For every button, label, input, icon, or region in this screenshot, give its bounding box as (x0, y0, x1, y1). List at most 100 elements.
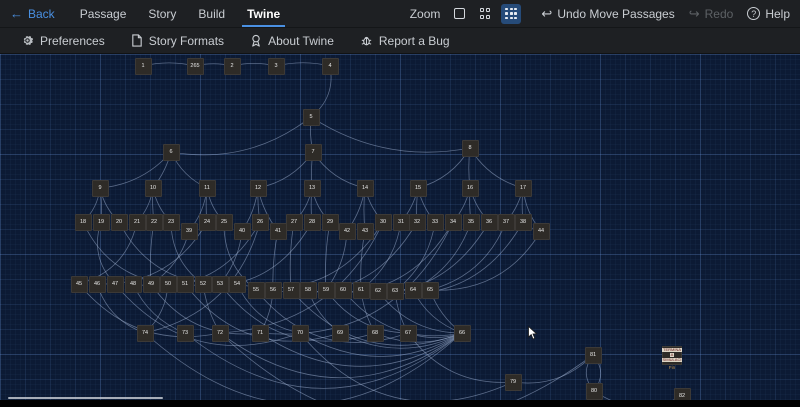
passage-node[interactable]: 24 (198, 213, 216, 231)
about-twine-button[interactable]: About Twine (237, 28, 347, 53)
passage-node[interactable]: 66 (453, 324, 471, 342)
passage-node[interactable]: 70 (291, 324, 309, 342)
passage-node[interactable]: 16 (461, 179, 479, 197)
passage-node[interactable]: 11 (198, 179, 216, 197)
passage-node[interactable]: 43 (356, 222, 374, 240)
passage-node[interactable]: 265 (186, 57, 204, 75)
horizontal-scrollbar-thumb[interactable] (8, 396, 163, 399)
passage-node[interactable]: 57 (282, 281, 300, 299)
passage-node[interactable]: 4 (321, 57, 339, 75)
passage-node[interactable]: 17 (514, 179, 532, 197)
passage-node[interactable]: 62 (369, 282, 387, 300)
passage-node-highlighted[interactable]: TERMINA A SIMULACI (661, 345, 683, 365)
passage-node[interactable]: 2 (223, 57, 241, 75)
passage-node[interactable]: 49 (142, 275, 160, 293)
passage-node[interactable]: 59 (317, 281, 335, 299)
passage-node[interactable]: 58 (299, 281, 317, 299)
passage-node[interactable]: 33 (426, 213, 444, 231)
passage-node[interactable]: 20 (110, 213, 128, 231)
passage-node[interactable]: 39 (180, 222, 198, 240)
zoom-small-button[interactable] (501, 3, 522, 24)
passage-node[interactable]: 72 (211, 324, 229, 342)
passage-node[interactable]: 22 (145, 213, 163, 231)
story-formats-label: Story Formats (148, 33, 225, 48)
passage-node[interactable]: 60 (334, 281, 352, 299)
tab-twine[interactable]: Twine (236, 0, 291, 27)
report-bug-button[interactable]: Report a Bug (347, 28, 463, 53)
passage-node[interactable]: 68 (366, 324, 384, 342)
back-button[interactable]: ← Back (0, 6, 69, 21)
passage-node[interactable]: 19 (92, 213, 110, 231)
passage-node[interactable]: 5 (302, 108, 320, 126)
tab-story[interactable]: Story (137, 0, 187, 27)
passage-node[interactable]: 48 (124, 275, 142, 293)
passage-node[interactable]: 51 (176, 275, 194, 293)
passage-node[interactable]: 47 (106, 275, 124, 293)
passage-node[interactable]: 32 (408, 213, 426, 231)
redo-button[interactable]: ↪ Redo (689, 6, 734, 22)
passage-node[interactable]: 81 (584, 346, 602, 364)
passage-node[interactable]: 55 (247, 281, 265, 299)
zoom-medium-button[interactable] (475, 4, 495, 24)
passage-node[interactable]: 8 (461, 139, 479, 157)
passage-node[interactable]: 82 (673, 387, 691, 400)
story-formats-button[interactable]: Story Formats (118, 28, 237, 53)
passage-node[interactable]: 52 (194, 275, 212, 293)
passage-node[interactable]: 35 (462, 213, 480, 231)
passage-node[interactable]: 64 (404, 281, 422, 299)
help-button[interactable]: ? Help (747, 7, 790, 21)
passage-node[interactable]: 73 (176, 324, 194, 342)
passage-node[interactable]: 50 (159, 275, 177, 293)
passage-node[interactable]: 15 (409, 179, 427, 197)
passage-node[interactable]: 45 (70, 275, 88, 293)
passage-node[interactable]: 46 (88, 275, 106, 293)
redo-label: Redo (704, 6, 734, 21)
passage-node[interactable]: 14 (356, 179, 374, 197)
passage-node[interactable]: 44 (532, 222, 550, 240)
passage-node[interactable]: 53 (211, 275, 229, 293)
story-map[interactable]: 1 265 2 3 4 5 6 7 8 9 10 11 12 13 14 15 16 17 18 19 20 21 22 23… (0, 54, 800, 400)
passage-node[interactable]: 26 (251, 213, 269, 231)
zoom-100-button[interactable] (449, 4, 469, 24)
passage-node[interactable]: 38 (514, 213, 532, 231)
passage-node[interactable]: 42 (338, 222, 356, 240)
passage-node[interactable]: 9 (91, 179, 109, 197)
help-label: Help (765, 6, 790, 21)
passage-node[interactable]: 21 (128, 213, 146, 231)
passage-node[interactable]: 18 (74, 213, 92, 231)
passage-node[interactable]: 37 (497, 213, 515, 231)
passage-node[interactable]: 27 (285, 213, 303, 231)
passage-node[interactable]: 10 (144, 179, 162, 197)
passage-node[interactable]: 6 (162, 143, 180, 161)
passage-node[interactable]: 13 (303, 179, 321, 197)
preferences-button[interactable]: Preferences (8, 28, 118, 53)
passage-node[interactable]: 65 (421, 281, 439, 299)
passage-node[interactable]: 12 (249, 179, 267, 197)
passage-node[interactable]: 63 (386, 282, 404, 300)
passage-node[interactable]: 69 (331, 324, 349, 342)
passage-node[interactable]: 67 (399, 324, 417, 342)
passage-node[interactable]: 3 (267, 57, 285, 75)
passage-node[interactable]: 30 (374, 213, 392, 231)
passage-node[interactable]: 80 (585, 382, 603, 400)
passage-node[interactable]: 61 (352, 281, 370, 299)
passage-node[interactable]: 40 (233, 222, 251, 240)
passage-node[interactable]: 41 (269, 222, 287, 240)
undo-button[interactable]: ↩ Undo Move Passages (541, 6, 674, 22)
passage-node[interactable]: 74 (136, 324, 154, 342)
passage-node[interactable]: 1 (134, 57, 152, 75)
passage-node[interactable]: 36 (480, 213, 498, 231)
passage-node[interactable]: 56 (264, 281, 282, 299)
passage-node[interactable]: 7 (304, 143, 322, 161)
passage-node[interactable]: 34 (444, 213, 462, 231)
tab-passage[interactable]: Passage (69, 0, 138, 27)
tab-build[interactable]: Build (187, 0, 236, 27)
passage-node[interactable]: 25 (215, 213, 233, 231)
passage-node[interactable]: 71 (251, 324, 269, 342)
passage-node[interactable]: 31 (392, 213, 410, 231)
passage-node[interactable]: 28 (303, 213, 321, 231)
passage-node[interactable]: 79 (504, 373, 522, 391)
passage-node[interactable]: 23 (162, 213, 180, 231)
passage-node[interactable]: 54 (228, 275, 246, 293)
passage-node[interactable]: 29 (321, 213, 339, 231)
